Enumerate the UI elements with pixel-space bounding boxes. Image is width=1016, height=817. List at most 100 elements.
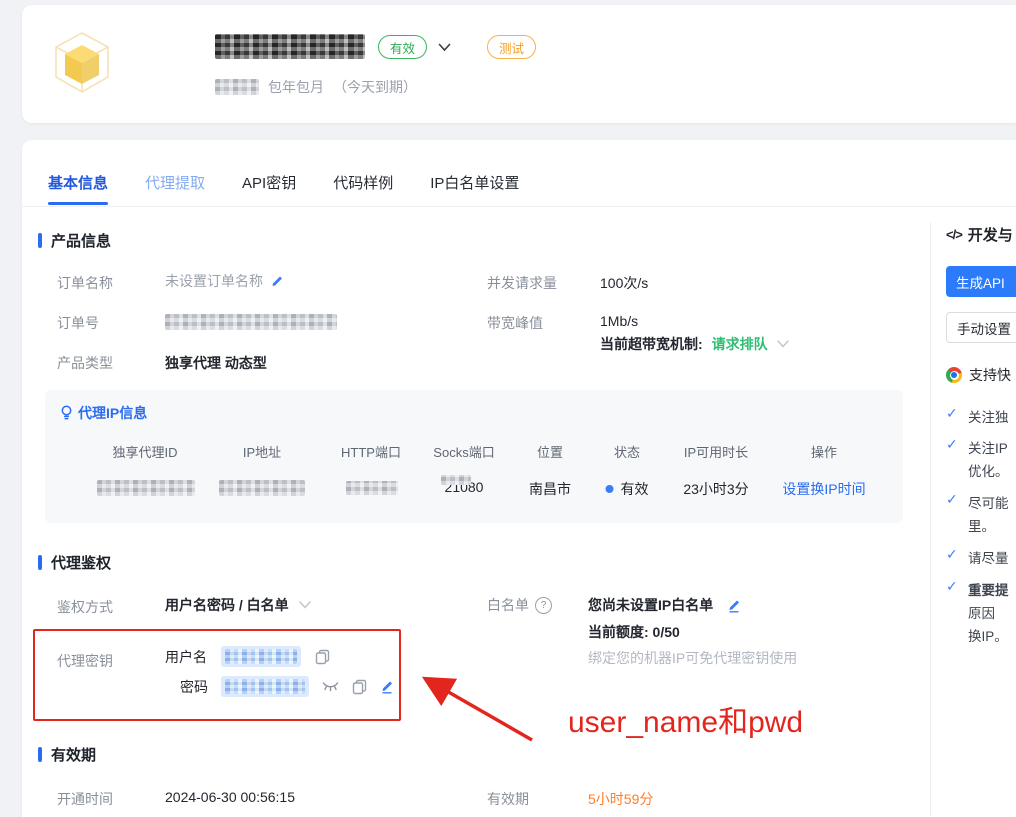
- generate-api-button[interactable]: 生成API: [946, 266, 1016, 297]
- over-bandwidth-label: 当前超带宽机制:: [600, 334, 703, 354]
- chrome-icon: [946, 367, 962, 383]
- whitelist-hint: 绑定您的机器IP可免代理密钥使用: [588, 648, 797, 668]
- tab-basic-info[interactable]: 基本信息: [48, 172, 108, 193]
- edit-password-icon[interactable]: [380, 679, 394, 694]
- auth-method-label: 鉴权方式: [57, 597, 113, 617]
- tip-2-line-1: 关注IP: [968, 437, 1008, 457]
- section-bar: [38, 555, 42, 570]
- bandwidth-value: 1Mb/s: [600, 313, 638, 329]
- over-bandwidth-row: 当前超带宽机制: 请求排队: [600, 334, 789, 354]
- copy-password-icon[interactable]: [352, 679, 367, 695]
- product-type-label: 产品类型: [57, 353, 113, 373]
- col-duration: IP可用时长: [684, 442, 748, 461]
- tip-2-line-2: 优化。: [968, 460, 1009, 480]
- section-product-info: 产品信息: [38, 230, 111, 251]
- auth-method-value: 用户名密码 / 白名单: [165, 595, 289, 615]
- bandwidth-label: 带宽峰值: [487, 313, 543, 333]
- edit-whitelist-icon[interactable]: [727, 598, 741, 613]
- section-validity: 有效期: [38, 744, 96, 765]
- check-icon: ✓: [946, 491, 958, 508]
- whitelist-quota: 当前额度: 0/50: [588, 622, 680, 642]
- order-name-label: 订单名称: [57, 273, 113, 293]
- chevron-down-icon[interactable]: [299, 601, 311, 609]
- censored-order-no: [165, 314, 337, 330]
- whitelist-value-row: 您尚未设置IP白名单: [588, 595, 741, 615]
- tab-bar: 基本信息 代理提取 API密钥 代码样例 IP白名单设置: [48, 172, 519, 193]
- tip-3-line-2: 里。: [968, 515, 995, 535]
- tip-4: 请尽量: [968, 547, 1009, 567]
- chevron-down-icon[interactable]: [777, 340, 789, 348]
- whitelist-label: 白名单: [487, 595, 529, 615]
- username-label: 用户名: [165, 647, 207, 667]
- duration-value: 23小时3分: [683, 479, 748, 499]
- tab-code-sample[interactable]: 代码样例: [333, 172, 393, 193]
- username-row: 用户名: [165, 646, 330, 667]
- order-detail-card: 基本信息 代理提取 API密钥 代码样例 IP白名单设置 产品信息 订单名称 未…: [22, 140, 1016, 817]
- censored-username: [225, 649, 297, 664]
- chevron-down-icon[interactable]: [438, 43, 451, 52]
- censored-proxy-id: [97, 480, 195, 496]
- censored-socks-smudge: [441, 475, 471, 485]
- censored-ip-address: [219, 480, 305, 496]
- censored-subtitle-prefix: [215, 79, 259, 95]
- status-dot: [606, 485, 614, 493]
- eye-closed-icon[interactable]: [322, 681, 339, 693]
- col-http-port: HTTP端口: [341, 442, 401, 461]
- expiry-text: （今天到期）: [333, 77, 417, 97]
- col-status: 状态: [614, 442, 640, 461]
- order-no-label: 订单号: [57, 313, 99, 333]
- manual-setting-button[interactable]: 手动设置: [946, 312, 1016, 343]
- proxy-ip-info-title: 代理IP信息: [78, 403, 147, 423]
- code-icon: </>: [946, 227, 962, 242]
- sidebar-title: 开发与: [968, 224, 1013, 245]
- order-name-value: 未设置订单名称: [165, 271, 263, 291]
- active-tab-underline: [48, 202, 108, 205]
- col-socks-port: Socks端口: [433, 442, 494, 461]
- order-name-value-row: 未设置订单名称: [165, 271, 284, 291]
- check-icon: ✓: [946, 436, 958, 453]
- chrome-support-row: 支持快: [946, 365, 1011, 385]
- tip-5-line-1: 重要提: [968, 579, 1009, 599]
- proxy-ip-info-box: 代理IP信息 独享代理ID IP地址 HTTP端口 Socks端口 位置 状态 …: [45, 390, 903, 523]
- col-location: 位置: [537, 442, 563, 461]
- username-value-censored: [221, 646, 301, 667]
- concurrency-value: 100次/s: [600, 273, 648, 293]
- lightbulb-icon: [60, 405, 73, 421]
- proxy-order-detail-page: { "header": { "badge_valid": "有效", "badg…: [0, 0, 1016, 817]
- section-proxy-auth: 代理鉴权: [38, 552, 111, 573]
- over-bandwidth-value[interactable]: 请求排队: [712, 334, 768, 354]
- password-value-censored: [221, 676, 309, 697]
- tip-5-line-3: 换IP。: [968, 625, 1008, 645]
- tab-proxy-extract[interactable]: 代理提取: [145, 172, 205, 193]
- tip-3-line-1: 尽可能: [968, 492, 1009, 512]
- password-label: 密码: [180, 677, 208, 697]
- censored-order-title: [215, 34, 365, 59]
- section-bar: [38, 747, 42, 762]
- annotation-highlight-box: [33, 629, 401, 721]
- col-proxy-id: 独享代理ID: [112, 442, 177, 461]
- help-icon[interactable]: ?: [535, 597, 552, 614]
- status-cell: 有效: [606, 479, 649, 499]
- plan-text: 包年包月: [268, 77, 324, 97]
- tab-api-key[interactable]: API密钥: [242, 172, 296, 193]
- tab-ip-whitelist[interactable]: IP白名单设置: [430, 172, 519, 193]
- sidebar-divider: [930, 222, 931, 817]
- auth-method-value-row[interactable]: 用户名密码 / 白名单: [165, 595, 311, 615]
- open-time-value: 2024-06-30 00:56:15: [165, 789, 295, 805]
- set-ip-rotation-link[interactable]: 设置换IP时间: [782, 479, 865, 499]
- check-icon: ✓: [946, 405, 958, 422]
- section-title: 产品信息: [51, 230, 111, 251]
- whitelist-value: 您尚未设置IP白名单: [588, 595, 713, 615]
- section-title: 有效期: [51, 744, 96, 765]
- test-badge: 测试: [487, 35, 536, 59]
- section-title: 代理鉴权: [51, 552, 111, 573]
- status-value: 有效: [621, 479, 649, 499]
- order-subtitle: 包年包月 （今天到期）: [215, 77, 417, 97]
- tip-1: 关注独: [968, 406, 1009, 426]
- tab-divider: [22, 206, 1016, 207]
- copy-username-icon[interactable]: [315, 649, 330, 665]
- censored-password: [225, 679, 305, 694]
- edit-order-name-icon[interactable]: [270, 274, 284, 289]
- open-time-label: 开通时间: [57, 789, 113, 809]
- tip-5-line-2: 原因: [968, 602, 995, 622]
